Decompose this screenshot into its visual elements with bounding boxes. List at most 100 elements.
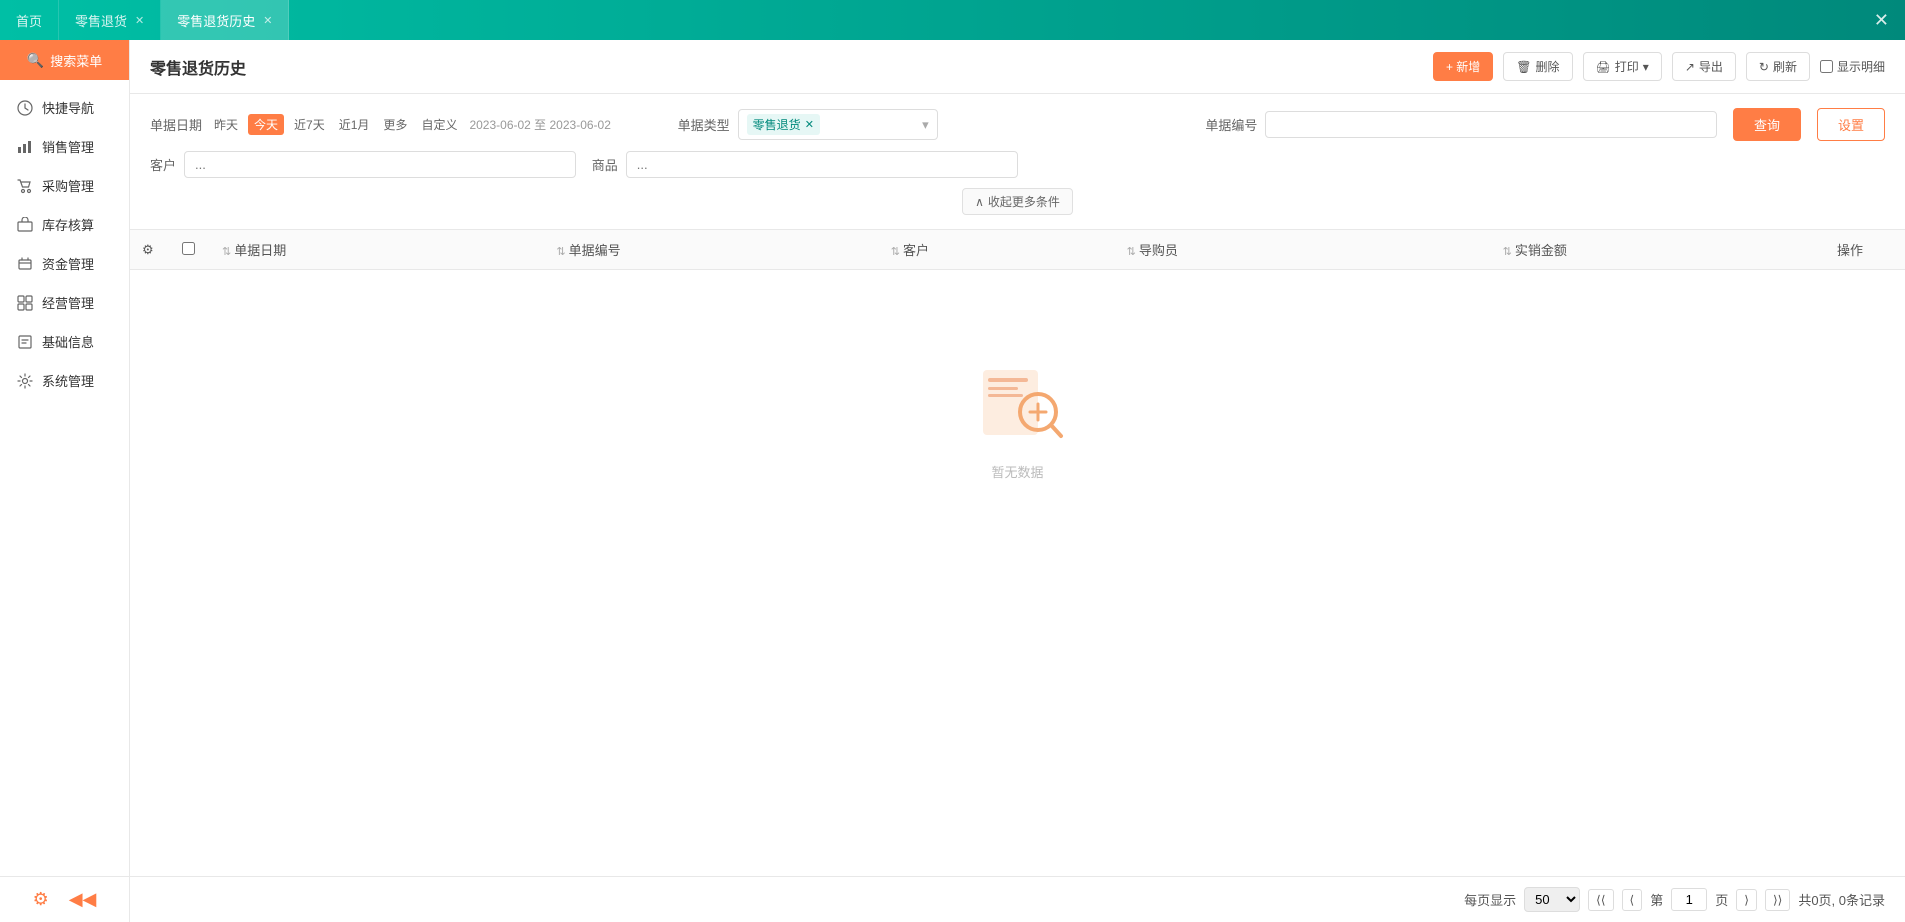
type-filter-tag-remove[interactable]: ✕ (805, 118, 814, 131)
table-container: ⚙ 单据日期 单据编号 客户 (130, 230, 1905, 876)
show-detail-checkbox[interactable] (1820, 60, 1833, 73)
sidebar-item-basic-info[interactable]: 基础信息 (0, 322, 129, 361)
type-filter-dropdown-icon: ▾ (922, 117, 929, 133)
sidebar-item-inventory-label: 库存核算 (42, 215, 94, 234)
sidebar-item-sales-mgmt[interactable]: 销售管理 (0, 127, 129, 166)
th-amount[interactable]: 实销金额 (1491, 230, 1825, 270)
sidebar-item-system-mgmt[interactable]: 系统管理 (0, 361, 129, 400)
refresh-icon: ↻ (1759, 60, 1769, 74)
page-header: 零售退货历史 + 新增 🗑 删除 🖨 打印 ▾ ↗ 导出 ↻ (130, 40, 1905, 94)
number-filter-input[interactable] (1265, 111, 1717, 138)
number-filter-label: 单据编号 (1205, 115, 1257, 134)
date-shortcuts: 昨天 今天 近7天 近1月 更多 自定义 (210, 114, 461, 135)
content-area: 零售退货历史 + 新增 🗑 删除 🖨 打印 ▾ ↗ 导出 ↻ (130, 40, 1905, 922)
th-checkbox[interactable] (170, 230, 210, 270)
settings-gear-icon[interactable]: ⚙ (33, 889, 49, 910)
export-icon: ↗ (1685, 60, 1695, 74)
customer-filter-label: 客户 (150, 155, 176, 174)
sidebar: 🔍 搜索菜单 快捷导航 (0, 40, 130, 922)
goods-filter-input[interactable] (626, 151, 1018, 178)
page-number-input[interactable] (1671, 888, 1707, 911)
sidebar-item-finance[interactable]: 资金管理 (0, 244, 129, 283)
date-filter: 单据日期 昨天 今天 近7天 近1月 更多 自定义 2023-06-02 至 2… (150, 114, 662, 135)
print-button[interactable]: 🖨 打印 ▾ (1583, 52, 1662, 81)
page-prev-button[interactable]: ⟨ (1622, 889, 1643, 911)
tab-retail-return-history-close[interactable]: ✕ (263, 14, 272, 27)
page-next-button[interactable]: ⟩ (1736, 889, 1757, 911)
customer-filter: 客户 (150, 151, 576, 178)
window-close-button[interactable]: ✕ (1858, 10, 1905, 31)
th-settings[interactable]: ⚙ (130, 230, 170, 270)
system-mgmt-icon (16, 372, 34, 390)
query-button[interactable]: 查询 (1733, 108, 1801, 141)
th-guide[interactable]: 导购员 (1115, 230, 1400, 270)
type-filter: 单据类型 零售退货 ✕ ▾ (678, 109, 1190, 140)
sidebar-item-sales-mgmt-label: 销售管理 (42, 137, 94, 156)
sidebar-item-inventory[interactable]: 库存核算 (0, 205, 129, 244)
sidebar-item-quick-nav[interactable]: 快捷导航 (0, 88, 129, 127)
date-range-value: 2023-06-02 至 2023-06-02 (469, 116, 610, 133)
th-customer[interactable]: 客户 (879, 230, 1115, 270)
th-gear-icon[interactable]: ⚙ (142, 242, 154, 257)
basic-info-icon (16, 333, 34, 351)
delete-button[interactable]: 🗑 删除 (1503, 52, 1572, 81)
date-shortcut-custom[interactable]: 自定义 (417, 114, 461, 135)
filter-row-1: 单据日期 昨天 今天 近7天 近1月 更多 自定义 2023-06-02 至 2… (150, 108, 1885, 141)
show-detail-label[interactable]: 显示明细 (1820, 58, 1885, 75)
type-filter-select[interactable]: 零售退货 ✕ ▾ (738, 109, 938, 140)
tab-retail-return-history[interactable]: 零售退货历史 ✕ (161, 0, 289, 40)
sales-mgmt-icon (16, 138, 34, 156)
date-shortcut-today[interactable]: 今天 (248, 114, 284, 135)
th-number[interactable]: 单据编号 (544, 230, 878, 270)
print-dropdown-icon: ▾ (1643, 60, 1649, 74)
empty-icon (968, 350, 1068, 450)
th-date[interactable]: 单据日期 (210, 230, 544, 270)
tab-retail-return-history-label: 零售退货历史 (177, 11, 255, 30)
collapse-icon: ∧ (975, 195, 984, 209)
date-shortcut-7days[interactable]: 近7天 (290, 114, 329, 135)
top-bar: 首页 零售退货 ✕ 零售退货历史 ✕ ✕ (0, 0, 1905, 40)
per-page-label: 每页显示 (1464, 890, 1516, 909)
sidebar-item-purchase-mgmt[interactable]: 采购管理 (0, 166, 129, 205)
sidebar-bottom: ⚙ ◀◀ (0, 876, 129, 922)
volume-icon[interactable]: ◀◀ (69, 889, 97, 910)
sidebar-item-operations-label: 经营管理 (42, 293, 94, 312)
sidebar-item-quick-nav-label: 快捷导航 (42, 98, 94, 117)
collapse-button[interactable]: ∧ 收起更多条件 (962, 188, 1073, 215)
empty-state: 暂无数据 (130, 270, 1905, 561)
finance-icon (16, 255, 34, 273)
settings-button[interactable]: 设置 (1817, 108, 1885, 141)
tab-retail-return-close[interactable]: ✕ (135, 14, 144, 27)
page-label: 第 (1650, 890, 1663, 909)
page-first-button[interactable]: ⟨⟨ (1588, 889, 1613, 911)
tab-home[interactable]: 首页 (0, 0, 59, 40)
sidebar-search-label: 搜索菜单 (50, 51, 102, 70)
inventory-icon (16, 216, 34, 234)
goods-filter: 商品 (592, 151, 1018, 178)
refresh-button[interactable]: ↻ 刷新 (1746, 52, 1810, 81)
table-header: ⚙ 单据日期 单据编号 客户 (130, 230, 1905, 270)
print-icon: 🖨 (1596, 60, 1611, 74)
customer-filter-input[interactable] (184, 151, 576, 178)
page-last-button[interactable]: ⟩⟩ (1765, 889, 1790, 911)
total-text: 共0页, 0条记录 (1798, 890, 1885, 909)
page-title: 零售退货历史 (150, 55, 246, 79)
empty-text: 暂无数据 (991, 462, 1043, 481)
date-shortcut-more[interactable]: 更多 (379, 114, 411, 135)
tab-retail-return[interactable]: 零售退货 ✕ (59, 0, 161, 40)
sidebar-search[interactable]: 🔍 搜索菜单 (0, 40, 129, 80)
tab-bar: 首页 零售退货 ✕ 零售退货历史 ✕ (0, 0, 1858, 40)
quick-nav-icon (16, 99, 34, 117)
date-filter-label: 单据日期 (150, 115, 202, 134)
tab-home-label: 首页 (16, 11, 42, 30)
date-shortcut-yesterday[interactable]: 昨天 (210, 114, 242, 135)
page-suffix: 页 (1715, 890, 1728, 909)
export-button[interactable]: ↗ 导出 (1672, 52, 1736, 81)
per-page-select[interactable]: 50 10 20 100 (1524, 887, 1580, 912)
select-all-checkbox[interactable] (182, 242, 195, 255)
new-button[interactable]: + 新增 (1433, 52, 1493, 81)
type-filter-tag: 零售退货 ✕ (747, 114, 820, 135)
sidebar-item-operations[interactable]: 经营管理 (0, 283, 129, 322)
search-icon: 🔍 (27, 52, 44, 69)
date-shortcut-1month[interactable]: 近1月 (335, 114, 374, 135)
